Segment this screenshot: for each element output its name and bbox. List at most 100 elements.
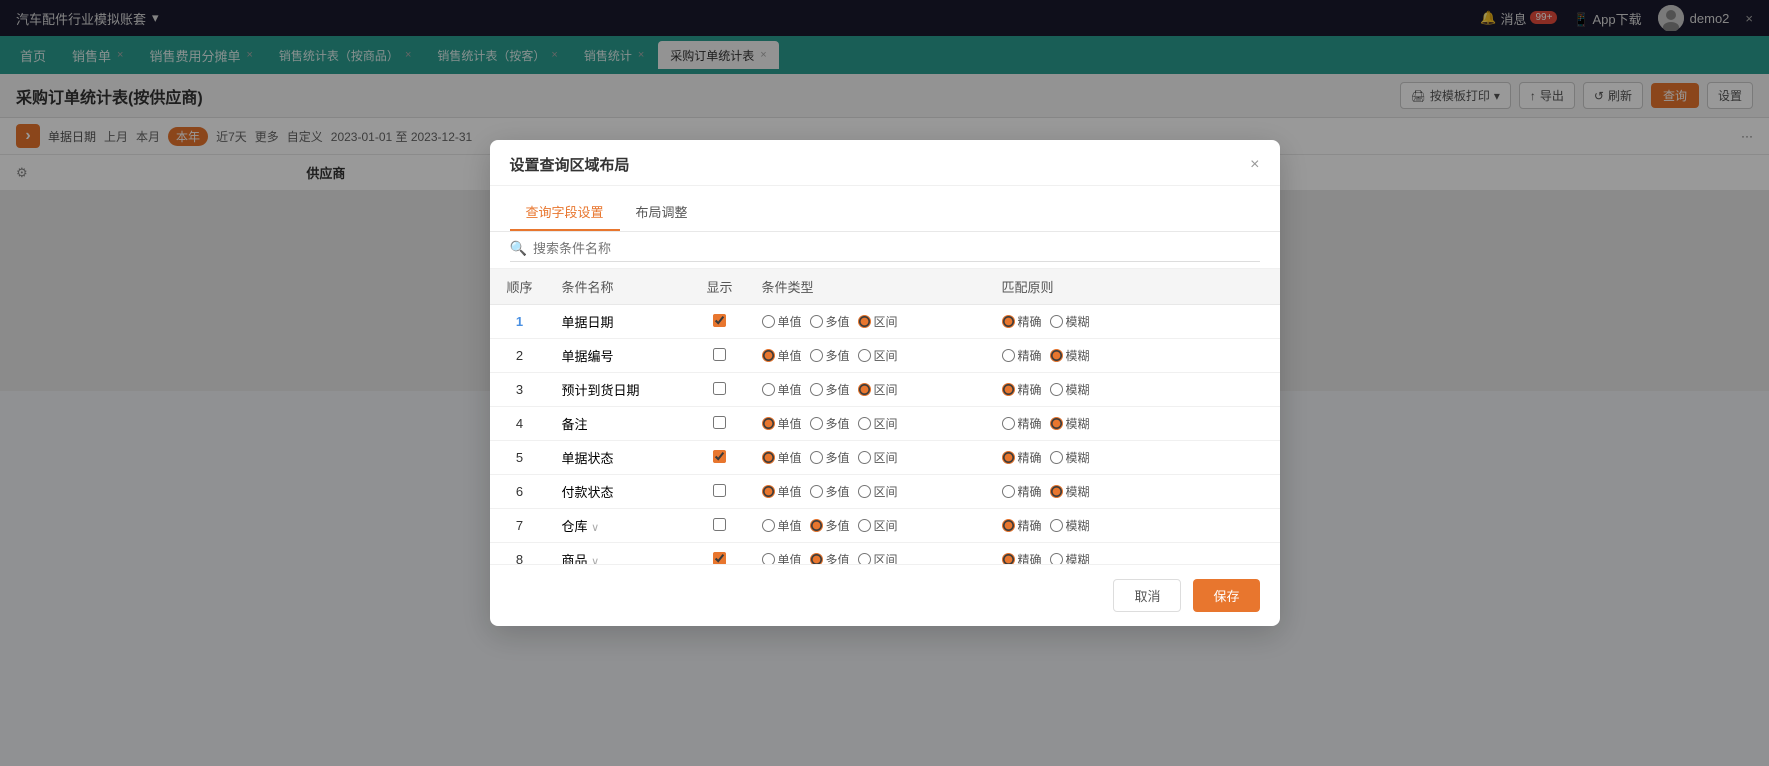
match-option-精确-0[interactable]: 精确	[1002, 313, 1042, 330]
match-option-模糊-6[interactable]: 模糊	[1050, 517, 1090, 534]
type-option-多值-4[interactable]: 多值	[810, 449, 850, 466]
row-match-0[interactable]: 精确模糊	[990, 305, 1280, 339]
match-option-模糊-7[interactable]: 模糊	[1050, 551, 1090, 564]
condition-search-input[interactable]	[533, 241, 1260, 256]
row-type-6[interactable]: 单值多值区间	[750, 509, 990, 543]
dialog-title: 设置查询区域布局	[510, 154, 630, 175]
row-match-7[interactable]: 精确模糊	[990, 543, 1280, 565]
row-match-1[interactable]: 精确模糊	[990, 339, 1280, 373]
type-option-区间-4[interactable]: 区间	[858, 449, 898, 466]
type-option-多值-2[interactable]: 多值	[810, 381, 850, 398]
type-option-多值-0[interactable]: 多值	[810, 313, 850, 330]
cancel-button[interactable]: 取消	[1113, 579, 1181, 612]
match-option-模糊-1[interactable]: 模糊	[1050, 347, 1090, 364]
row-display-2[interactable]	[690, 373, 750, 407]
display-checkbox-3[interactable]	[713, 416, 726, 429]
type-radio-group-2: 单值多值区间	[762, 381, 978, 398]
row-display-0[interactable]	[690, 305, 750, 339]
row-type-5[interactable]: 单值多值区间	[750, 475, 990, 509]
row-match-2[interactable]: 精确模糊	[990, 373, 1280, 407]
type-option-单值-1[interactable]: 单值	[762, 347, 802, 364]
display-checkbox-2[interactable]	[713, 382, 726, 395]
type-option-区间-6[interactable]: 区间	[858, 517, 898, 534]
row-order-3: 4	[490, 407, 550, 441]
match-option-模糊-5[interactable]: 模糊	[1050, 483, 1090, 500]
type-option-单值-2[interactable]: 单值	[762, 381, 802, 398]
type-option-单值-3[interactable]: 单值	[762, 415, 802, 432]
display-checkbox-1[interactable]	[713, 348, 726, 361]
dropdown-icon: ∨	[591, 522, 599, 534]
row-name-0: 单据日期	[550, 305, 690, 339]
match-option-精确-2[interactable]: 精确	[1002, 381, 1042, 398]
row-type-3[interactable]: 单值多值区间	[750, 407, 990, 441]
row-name-5: 付款状态	[550, 475, 690, 509]
type-option-多值-7[interactable]: 多值	[810, 551, 850, 564]
type-option-多值-3[interactable]: 多值	[810, 415, 850, 432]
match-option-精确-5[interactable]: 精确	[1002, 483, 1042, 500]
display-checkbox-0[interactable]	[713, 314, 726, 327]
type-option-单值-7[interactable]: 单值	[762, 551, 802, 564]
match-option-精确-7[interactable]: 精确	[1002, 551, 1042, 564]
type-option-区间-5[interactable]: 区间	[858, 483, 898, 500]
match-radio-group-7: 精确模糊	[1002, 551, 1268, 564]
row-type-0[interactable]: 单值多值区间	[750, 305, 990, 339]
row-type-7[interactable]: 单值多值区间	[750, 543, 990, 565]
type-option-多值-5[interactable]: 多值	[810, 483, 850, 500]
display-checkbox-4[interactable]	[713, 450, 726, 463]
row-match-6[interactable]: 精确模糊	[990, 509, 1280, 543]
type-radio-group-1: 单值多值区间	[762, 347, 978, 364]
type-option-单值-4[interactable]: 单值	[762, 449, 802, 466]
match-option-模糊-3[interactable]: 模糊	[1050, 415, 1090, 432]
type-option-单值-6[interactable]: 单值	[762, 517, 802, 534]
col-header-name: 条件名称	[550, 269, 690, 305]
type-option-多值-1[interactable]: 多值	[810, 347, 850, 364]
row-name-4: 单据状态	[550, 441, 690, 475]
match-radio-group-0: 精确模糊	[1002, 313, 1268, 330]
match-radio-group-3: 精确模糊	[1002, 415, 1268, 432]
match-option-模糊-4[interactable]: 模糊	[1050, 449, 1090, 466]
type-option-单值-5[interactable]: 单值	[762, 483, 802, 500]
match-option-精确-3[interactable]: 精确	[1002, 415, 1042, 432]
row-type-1[interactable]: 单值多值区间	[750, 339, 990, 373]
display-checkbox-5[interactable]	[713, 484, 726, 497]
match-option-精确-6[interactable]: 精确	[1002, 517, 1042, 534]
type-option-区间-7[interactable]: 区间	[858, 551, 898, 564]
save-button[interactable]: 保存	[1193, 579, 1259, 612]
type-option-多值-6[interactable]: 多值	[810, 517, 850, 534]
table-row: 7仓库 ∨单值多值区间精确模糊	[490, 509, 1280, 543]
match-option-精确-4[interactable]: 精确	[1002, 449, 1042, 466]
row-match-3[interactable]: 精确模糊	[990, 407, 1280, 441]
row-order-7: 8	[490, 543, 550, 565]
display-checkbox-6[interactable]	[713, 518, 726, 531]
match-option-精确-1[interactable]: 精确	[1002, 347, 1042, 364]
match-option-模糊-0[interactable]: 模糊	[1050, 313, 1090, 330]
row-type-4[interactable]: 单值多值区间	[750, 441, 990, 475]
type-option-区间-1[interactable]: 区间	[858, 347, 898, 364]
type-option-区间-2[interactable]: 区间	[858, 381, 898, 398]
type-radio-group-7: 单值多值区间	[762, 551, 978, 564]
row-order-6: 7	[490, 509, 550, 543]
row-display-7[interactable]	[690, 543, 750, 565]
dialog-header: 设置查询区域布局 ×	[490, 140, 1280, 186]
row-order-4: 5	[490, 441, 550, 475]
row-type-2[interactable]: 单值多值区间	[750, 373, 990, 407]
row-match-4[interactable]: 精确模糊	[990, 441, 1280, 475]
display-checkbox-7[interactable]	[713, 552, 726, 565]
type-option-区间-3[interactable]: 区间	[858, 415, 898, 432]
row-display-5[interactable]	[690, 475, 750, 509]
dialog-close-button[interactable]: ×	[1250, 157, 1259, 173]
row-display-3[interactable]	[690, 407, 750, 441]
search-icon: 🔍	[510, 240, 527, 257]
dialog-tab-query-fields[interactable]: 查询字段设置	[510, 196, 620, 231]
row-display-6[interactable]	[690, 509, 750, 543]
row-display-1[interactable]	[690, 339, 750, 373]
col-header-match: 匹配原则	[990, 269, 1280, 305]
type-option-单值-0[interactable]: 单值	[762, 313, 802, 330]
dialog-tab-layout[interactable]: 布局调整	[620, 196, 704, 231]
type-option-区间-0[interactable]: 区间	[858, 313, 898, 330]
match-option-模糊-2[interactable]: 模糊	[1050, 381, 1090, 398]
row-match-5[interactable]: 精确模糊	[990, 475, 1280, 509]
row-order-0: 1	[490, 305, 550, 339]
row-display-4[interactable]	[690, 441, 750, 475]
dropdown-icon: ∨	[591, 556, 599, 564]
